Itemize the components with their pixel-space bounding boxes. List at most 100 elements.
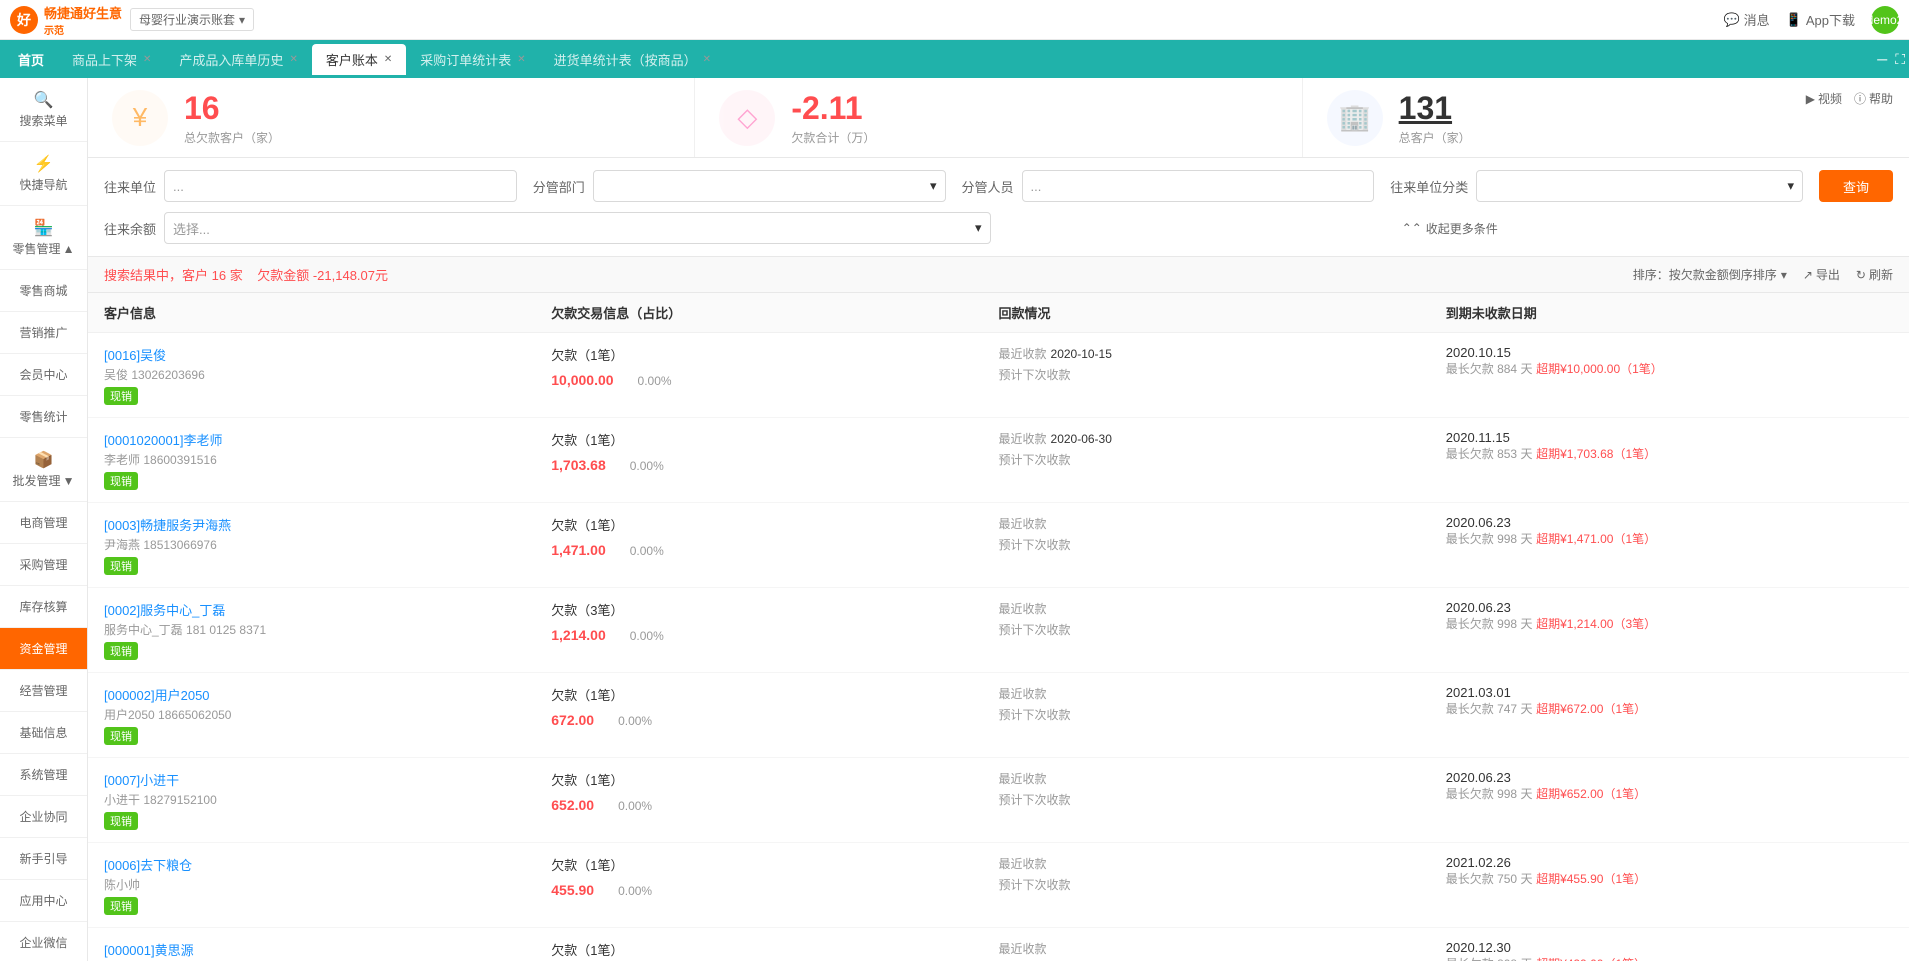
stats-bar: ¥ 16 总欠款客户（家） ◇ -2.11 欠款合计（万） 🏢 131 总客户（…: [88, 78, 1909, 158]
close-icon[interactable]: ✕: [143, 54, 151, 65]
search-button[interactable]: 查询: [1819, 170, 1893, 202]
col-header-overdue: 到期未收款日期: [1446, 303, 1893, 322]
export-btn[interactable]: ↗ 导出: [1803, 266, 1840, 283]
sidebar-item-apps[interactable]: 应用中心: [0, 880, 87, 922]
sidebar-item-purchase[interactable]: 采购管理: [0, 544, 87, 586]
tab-bar: 首页 商品上下架 ✕ 产成品入库单历史 ✕ 客户账本 ✕ 采购订单统计表 ✕ 进…: [0, 40, 1909, 78]
overdue-link-4[interactable]: 超期¥672.00（1笔）: [1536, 702, 1646, 716]
sidebar: 🔍 搜索菜单 ⚡ 快捷导航 🏪 零售管理 ▲ 零售商城 营销推广 会员中心 零售…: [0, 78, 88, 961]
video-btn[interactable]: ▶ 视频: [1806, 90, 1842, 107]
logo-area: 好 畅捷通好生意 示范: [10, 3, 122, 37]
help-btn[interactable]: ⓘ 帮助: [1854, 90, 1893, 107]
customer-sub-0: 吴俊 13026203696: [104, 366, 551, 383]
stat-card-1: ¥ 16 总欠款客户（家）: [88, 78, 695, 157]
collapse-button[interactable]: ⌃⌃ 收起更多条件: [1007, 220, 1894, 237]
table-row: [0007]小进干 小进干 18279152100 现销 欠款（1笔） 652.…: [88, 758, 1909, 843]
cell-debt-0: 欠款（1笔） 10,000.00 0.00%: [551, 345, 998, 405]
tab-purchase-order[interactable]: 采购订单统计表 ✕: [406, 44, 539, 75]
customer-link-5[interactable]: [0007]小进干: [104, 773, 179, 788]
tab-product-history[interactable]: 产成品入库单历史 ✕: [165, 44, 311, 75]
customer-link-7[interactable]: [000001]黄思源: [104, 943, 194, 958]
stat-value-2: -2.11: [791, 89, 875, 127]
overdue-link-0[interactable]: 超期¥10,000.00（1笔）: [1536, 362, 1663, 376]
filter-label-unit: 往来单位: [104, 177, 156, 196]
filter-select-category[interactable]: ▾: [1476, 170, 1803, 202]
maximize-icon[interactable]: ⛶: [1895, 51, 1905, 68]
col-header-debt: 欠款交易信息（占比）: [551, 303, 998, 322]
col-header-payback: 回款情况: [999, 303, 1446, 322]
tab-home[interactable]: 首页: [4, 44, 58, 75]
overdue-link-7[interactable]: 超期¥429.00（1笔）: [1536, 957, 1646, 961]
cell-payback-5: 最近收款 预计下次收款: [999, 770, 1446, 830]
filter-select-balance[interactable]: 选择... ▾: [164, 212, 990, 244]
chevron-down-icon: ▾: [1781, 268, 1787, 282]
sidebar-item-basic[interactable]: 基础信息: [0, 712, 87, 754]
avatar[interactable]: demo2: [1871, 6, 1899, 34]
sidebar-item-search[interactable]: 🔍 搜索菜单: [0, 78, 87, 142]
sidebar-item-ecommerce[interactable]: 电商管理: [0, 502, 87, 544]
filter-select-dept[interactable]: ▾: [593, 170, 946, 202]
customer-link-1[interactable]: [0001020001]李老师: [104, 433, 223, 448]
customer-sub-6: 陈小帅: [104, 876, 551, 893]
top-bar-right: 💬 消息 📱 App下载 demo2: [1723, 6, 1899, 34]
overdue-link-5[interactable]: 超期¥652.00（1笔）: [1536, 787, 1646, 801]
filter-label-person: 分管人员: [962, 177, 1014, 196]
cell-debt-5: 欠款（1笔） 652.00 0.00%: [551, 770, 998, 830]
stat-value-1: 16: [184, 89, 280, 127]
sidebar-item-warehouse[interactable]: 库存核算: [0, 586, 87, 628]
cell-payback-2: 最近收款 预计下次收款: [999, 515, 1446, 575]
company-name: 母婴行业演示账套: [139, 11, 235, 28]
close-icon[interactable]: ✕: [703, 54, 711, 65]
video-icon: ▶: [1806, 92, 1815, 106]
overdue-link-1[interactable]: 超期¥1,703.68（1笔）: [1536, 447, 1656, 461]
customer-link-4[interactable]: [000002]用户2050: [104, 688, 210, 703]
sidebar-item-newbie[interactable]: 新手引导: [0, 838, 87, 880]
tab-purchase-stats[interactable]: 进货单统计表（按商品） ✕: [540, 44, 725, 75]
close-icon[interactable]: ✕: [384, 54, 392, 65]
sidebar-item-enterprise[interactable]: 企业协同: [0, 796, 87, 838]
customer-link-3[interactable]: [0002]服务中心_丁磊: [104, 603, 225, 618]
cell-customer-4: [000002]用户2050 用户2050 18665062050 现销: [104, 685, 551, 745]
sidebar-item-member[interactable]: 会员中心: [0, 354, 87, 396]
sidebar-item-retail[interactable]: 🏪 零售管理 ▲: [0, 206, 87, 270]
app-download-btn[interactable]: 📱 App下载: [1786, 10, 1855, 29]
overdue-link-2[interactable]: 超期¥1,471.00（1笔）: [1536, 532, 1656, 546]
overdue-link-6[interactable]: 超期¥455.90（1笔）: [1536, 872, 1646, 886]
customer-tag-6: 现销: [104, 897, 138, 915]
tab-customer-account[interactable]: 客户账本 ✕: [312, 44, 406, 75]
cell-customer-6: [0006]去下粮仓 陈小帅 现销: [104, 855, 551, 915]
filter-input-person[interactable]: ...: [1022, 170, 1375, 202]
cell-overdue-4: 2021.03.01 最长欠款 747 天 超期¥672.00（1笔）: [1446, 685, 1893, 745]
chevron-down-icon: ▼: [63, 474, 75, 488]
sidebar-item-quick-nav[interactable]: ⚡ 快捷导航: [0, 142, 87, 206]
cell-overdue-5: 2020.06.23 最长欠款 998 天 超期¥652.00（1笔）: [1446, 770, 1893, 830]
customer-link-6[interactable]: [0006]去下粮仓: [104, 858, 192, 873]
sidebar-item-system[interactable]: 系统管理: [0, 754, 87, 796]
sidebar-item-retail-mall[interactable]: 零售商城: [0, 270, 87, 312]
refresh-btn[interactable]: ↻ 刷新: [1856, 266, 1893, 283]
customer-link-2[interactable]: [0003]畅捷服务尹海燕: [104, 518, 231, 533]
tab-goods[interactable]: 商品上下架 ✕: [58, 44, 165, 75]
close-icon[interactable]: ✕: [289, 54, 297, 65]
sidebar-item-retail-stats[interactable]: 零售统计: [0, 396, 87, 438]
sort-selector[interactable]: 排序：按欠款金额倒序排序 ▾: [1633, 266, 1787, 283]
table-header: 客户信息 欠款交易信息（占比） 回款情况 到期未收款日期: [88, 293, 1909, 333]
sidebar-item-business[interactable]: 经营管理: [0, 670, 87, 712]
customer-tag-5: 现销: [104, 812, 138, 830]
overdue-link-3[interactable]: 超期¥1,214.00（3笔）: [1536, 617, 1656, 631]
filter-input-unit[interactable]: ...: [164, 170, 517, 202]
sidebar-item-marketing[interactable]: 营销推广: [0, 312, 87, 354]
customer-tag-3: 现销: [104, 642, 138, 660]
col-header-customer: 客户信息: [104, 303, 551, 322]
close-icon[interactable]: ✕: [517, 54, 525, 65]
sidebar-item-batch[interactable]: 📦 批发管理 ▼: [0, 438, 87, 502]
company-selector[interactable]: 母婴行业演示账套 ▾: [130, 8, 254, 31]
message-btn[interactable]: 💬 消息: [1723, 10, 1769, 29]
filter-label-category: 往来单位分类: [1390, 177, 1468, 196]
sidebar-item-wechat[interactable]: 企业微信: [0, 922, 87, 961]
cell-customer-1: [0001020001]李老师 李老师 18600391516 现销: [104, 430, 551, 490]
cell-payback-7: 最近收款 预计下次收款: [999, 940, 1446, 961]
minimize-icon[interactable]: ─: [1877, 51, 1887, 68]
customer-link-0[interactable]: [0016]吴俊: [104, 348, 166, 363]
sidebar-item-finance[interactable]: 资金管理: [0, 628, 87, 670]
